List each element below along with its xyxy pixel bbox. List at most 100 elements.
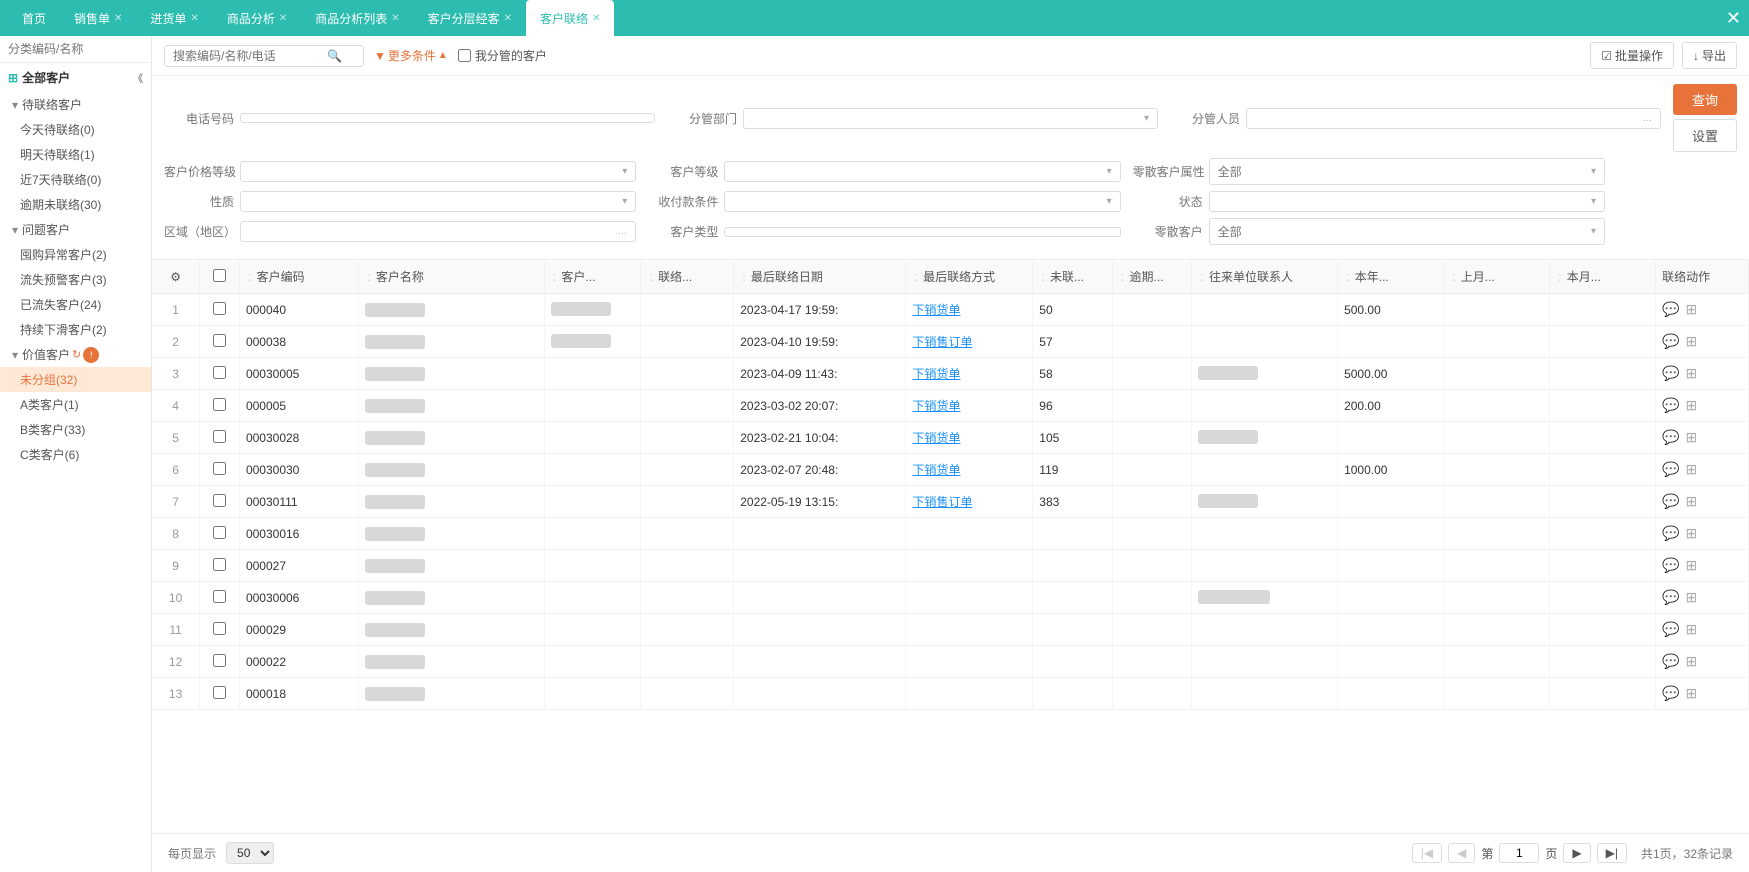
action-message-icon[interactable]: 💬 (1662, 589, 1679, 606)
action-message-icon[interactable]: 💬 (1662, 653, 1679, 670)
value-customers-group[interactable]: ▾ 价值客户 ↻ ! (0, 342, 151, 367)
tab-home[interactable]: 首页 (8, 0, 60, 36)
retail-cust-input[interactable]: 全部 ▾ (1209, 218, 1605, 245)
row-last-method-link[interactable]: 下销货单 (912, 463, 960, 477)
my-customers-checkbox[interactable]: 我分管的客户 (458, 47, 547, 64)
sidebar-search-input[interactable] (8, 42, 152, 56)
tab-product-analysis-list-close[interactable]: ✕ (391, 13, 399, 24)
action-more-icon[interactable]: ⊞ (1686, 685, 1698, 702)
tab-product-analysis-close[interactable]: ✕ (279, 13, 287, 24)
action-more-icon[interactable]: ⊞ (1686, 365, 1698, 382)
staff-input[interactable]: … (1246, 108, 1661, 129)
tab-sales[interactable]: 销售单 ✕ (60, 0, 136, 36)
tab-customer-segment[interactable]: 客户分层经客 ✕ (414, 0, 526, 36)
row-checkbox[interactable] (213, 334, 226, 347)
page-last-button[interactable]: ▶| (1597, 843, 1627, 863)
price-level-input[interactable]: ▾ (240, 161, 636, 182)
row-checkbox[interactable] (213, 366, 226, 379)
sidebar-item-class-b[interactable]: B类客户(33) (0, 417, 151, 442)
sidebar-item-today[interactable]: 今天待联络(0) (0, 117, 151, 142)
row-last-method-link[interactable]: 下销货单 (912, 399, 960, 413)
nature-input[interactable]: ▾ (240, 191, 636, 212)
filter-search-icon[interactable]: 🔍 (327, 49, 342, 63)
action-more-icon[interactable]: ⊞ (1686, 461, 1698, 478)
sidebar-item-class-a[interactable]: A类客户(1) (0, 392, 151, 417)
action-message-icon[interactable]: 💬 (1662, 365, 1679, 382)
row-checkbox[interactable] (213, 590, 226, 603)
action-more-icon[interactable]: ⊞ (1686, 525, 1698, 542)
action-message-icon[interactable]: 💬 (1662, 429, 1679, 446)
sidebar-item-class-c[interactable]: C类客户(6) (0, 442, 151, 467)
dept-input[interactable]: ▾ (743, 108, 1158, 129)
action-more-icon[interactable]: ⊞ (1686, 557, 1698, 574)
page-input[interactable] (1499, 843, 1539, 863)
row-last-method-link[interactable]: 下销售订单 (912, 335, 972, 349)
sidebar-item-7days[interactable]: 近7天待联络(0) (0, 167, 151, 192)
all-customers-header[interactable]: ⊞ 全部客户 《 (0, 63, 151, 92)
action-more-icon[interactable]: ⊞ (1686, 493, 1698, 510)
row-checkbox[interactable] (213, 398, 226, 411)
action-message-icon[interactable]: 💬 (1662, 333, 1679, 350)
retail-attr-input[interactable]: 全部 ▾ (1209, 158, 1605, 185)
col-check-all[interactable] (200, 260, 240, 294)
row-last-method-link[interactable]: 下销货单 (912, 431, 960, 445)
check-all-input[interactable] (213, 269, 226, 282)
filter-search-input[interactable] (173, 49, 323, 63)
action-more-icon[interactable]: ⊞ (1686, 621, 1698, 638)
action-message-icon[interactable]: 💬 (1662, 301, 1679, 318)
sidebar-item-ungrouped[interactable]: 未分组(32) (0, 367, 151, 392)
sidebar-item-tomorrow[interactable]: 明天待联络(1) (0, 142, 151, 167)
action-more-icon[interactable]: ⊞ (1686, 301, 1698, 318)
tab-product-analysis-list[interactable]: 商品分析列表 ✕ (301, 0, 413, 36)
reset-button[interactable]: 设置 (1673, 119, 1737, 152)
action-more-icon[interactable]: ⊞ (1686, 397, 1698, 414)
sidebar-item-churn-warning[interactable]: 流失预警客户(3) (0, 267, 151, 292)
action-more-icon[interactable]: ⊞ (1686, 653, 1698, 670)
batch-ops-button[interactable]: ☑ 批量操作 (1590, 42, 1674, 69)
row-checkbox[interactable] (213, 558, 226, 571)
tab-customer-contact[interactable]: 客户联络 ✕ (526, 0, 614, 36)
tab-purchase[interactable]: 进货单 ✕ (136, 0, 212, 36)
row-checkbox[interactable] (213, 526, 226, 539)
value-refresh-icon[interactable]: ↻ (72, 348, 81, 361)
action-message-icon[interactable]: 💬 (1662, 685, 1679, 702)
page-prev-button[interactable]: ◀ (1448, 843, 1475, 863)
row-checkbox[interactable] (213, 462, 226, 475)
action-more-icon[interactable]: ⊞ (1686, 333, 1698, 350)
sidebar-item-hoard-abnormal[interactable]: 囤购异常客户(2) (0, 242, 151, 267)
pending-contact-group[interactable]: ▾ 待联络客户 (0, 92, 151, 117)
page-size-select[interactable]: 50 (226, 842, 274, 864)
row-checkbox[interactable] (213, 302, 226, 315)
row-last-method-link[interactable]: 下销货单 (912, 367, 960, 381)
action-message-icon[interactable]: 💬 (1662, 493, 1679, 510)
action-more-icon[interactable]: ⊞ (1686, 589, 1698, 606)
action-more-icon[interactable]: ⊞ (1686, 429, 1698, 446)
row-checkbox[interactable] (213, 654, 226, 667)
export-button[interactable]: ↓ 导出 (1682, 42, 1737, 69)
problem-customers-group[interactable]: ▾ 问题客户 (0, 217, 151, 242)
row-checkbox[interactable] (213, 430, 226, 443)
query-button[interactable]: 查询 (1673, 84, 1737, 115)
sidebar-item-churned[interactable]: 已流失客户(24) (0, 292, 151, 317)
action-message-icon[interactable]: 💬 (1662, 397, 1679, 414)
tab-sales-close[interactable]: ✕ (114, 13, 122, 24)
row-checkbox[interactable] (213, 494, 226, 507)
action-message-icon[interactable]: 💬 (1662, 621, 1679, 638)
status-input[interactable]: ▾ (1209, 191, 1605, 212)
tab-product-analysis[interactable]: 商品分析 ✕ (213, 0, 301, 36)
tab-customer-segment-close[interactable]: ✕ (504, 13, 512, 24)
action-message-icon[interactable]: 💬 (1662, 557, 1679, 574)
tab-purchase-close[interactable]: ✕ (190, 13, 198, 24)
action-message-icon[interactable]: 💬 (1662, 461, 1679, 478)
tab-customer-contact-close[interactable]: ✕ (592, 13, 600, 24)
close-all-button[interactable]: ✕ (1726, 8, 1741, 29)
row-last-method-link[interactable]: 下销售订单 (912, 495, 972, 509)
cust-level-input[interactable]: ▾ (724, 161, 1120, 182)
settings-icon[interactable]: ⚙ (170, 270, 181, 284)
sidebar-item-declining[interactable]: 持续下滑客户(2) (0, 317, 151, 342)
row-checkbox[interactable] (213, 686, 226, 699)
row-checkbox[interactable] (213, 622, 226, 635)
my-customers-check[interactable] (458, 49, 471, 62)
row-last-method-link[interactable]: 下销货单 (912, 303, 960, 317)
page-first-button[interactable]: |◀ (1412, 843, 1442, 863)
